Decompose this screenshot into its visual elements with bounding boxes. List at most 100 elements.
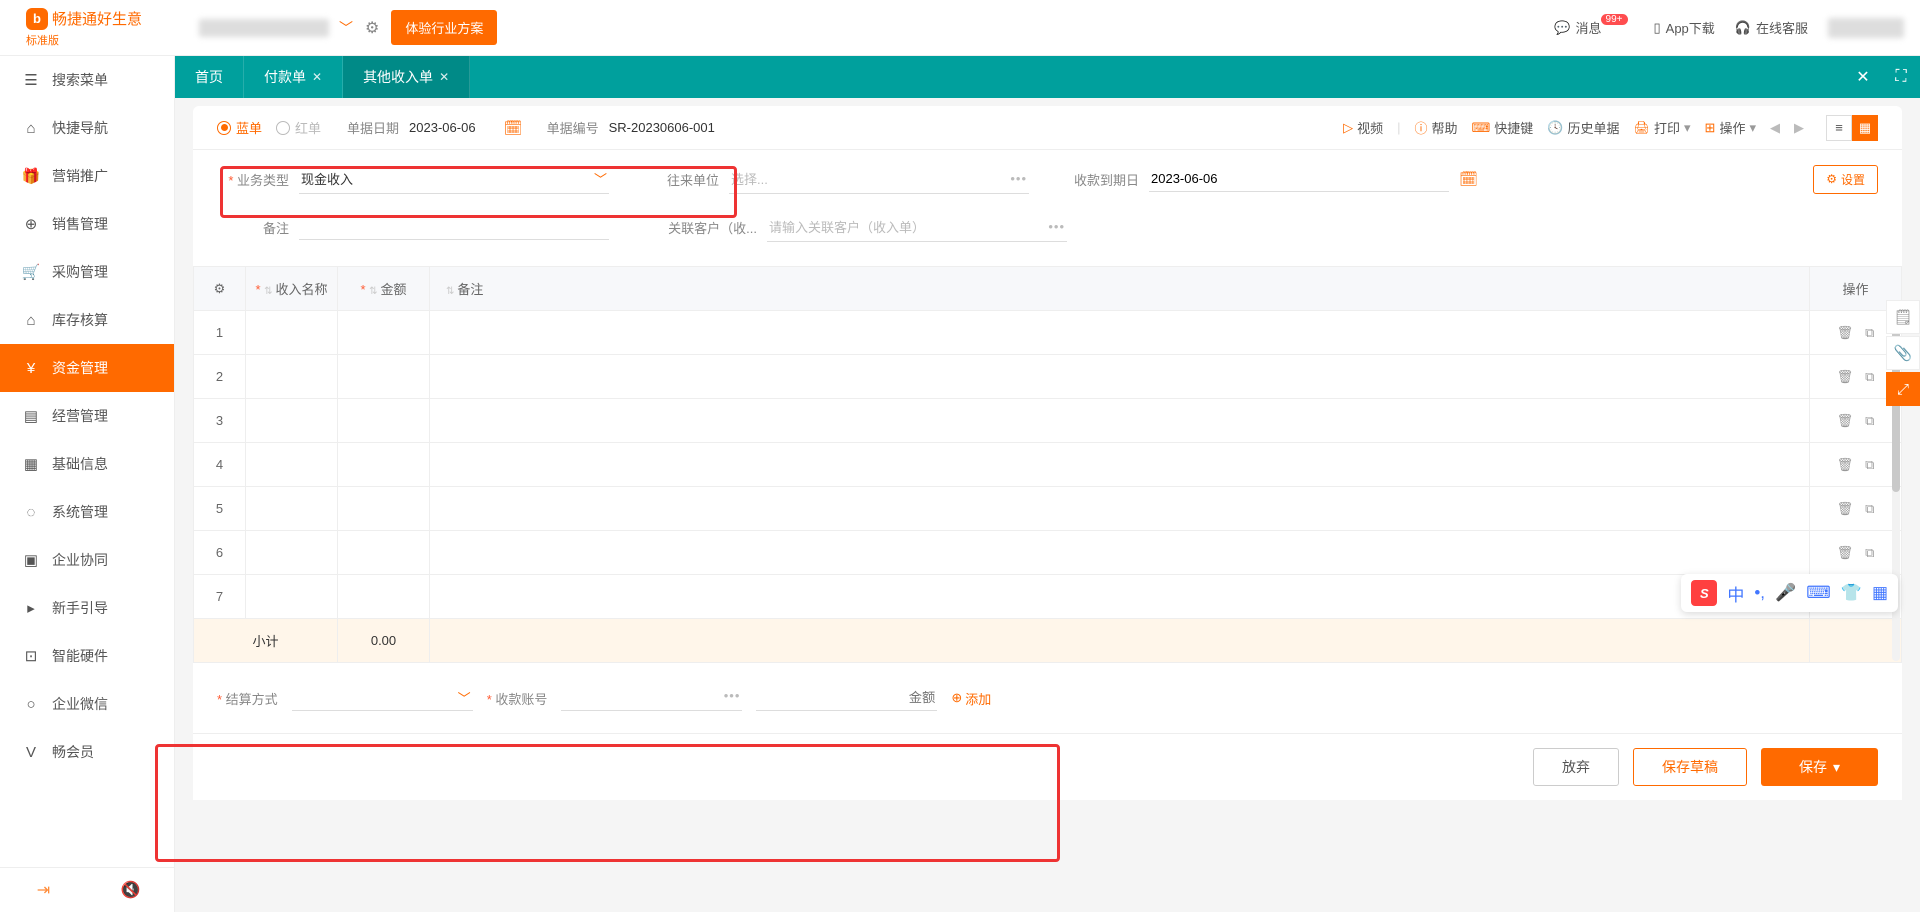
cell-remark[interactable]	[430, 355, 1810, 399]
delete-row-icon[interactable]: 🗑	[1837, 545, 1854, 561]
ime-mic-icon[interactable]: 🎤	[1775, 583, 1796, 603]
cell-amount[interactable]	[338, 399, 430, 443]
shortcut-button[interactable]: ⌨快捷键	[1472, 118, 1534, 137]
sidebar-item-5[interactable]: ⌂库存核算	[0, 296, 174, 344]
related-customer-select[interactable]: 请输入关联客户（收入单）•••	[767, 212, 1067, 242]
app-download-button[interactable]: ▯ App下载	[1654, 18, 1715, 37]
table-row[interactable]: 3🗑⧉	[194, 399, 1902, 443]
sidebar-item-13[interactable]: ○企业微信	[0, 680, 174, 728]
delete-row-icon[interactable]: 🗑	[1837, 457, 1854, 473]
cell-remark[interactable]	[430, 311, 1810, 355]
cell-remark[interactable]	[430, 575, 1810, 619]
calendar-icon[interactable]: 🗓	[504, 119, 523, 137]
party-select[interactable]: 选择...•••	[729, 164, 1029, 194]
cell-amount[interactable]	[338, 355, 430, 399]
cell-amount[interactable]	[338, 487, 430, 531]
view-form-icon[interactable]: ▦	[1852, 115, 1878, 141]
sidebar-item-2[interactable]: 🎁营销推广	[0, 152, 174, 200]
sidebar-item-3[interactable]: ⊕销售管理	[0, 200, 174, 248]
cell-income-name[interactable]	[246, 399, 338, 443]
ime-keyboard-icon[interactable]: ⌨	[1806, 583, 1831, 603]
sidebar-item-12[interactable]: ⊡智能硬件	[0, 632, 174, 680]
copy-row-icon[interactable]: ⧉	[1865, 545, 1874, 561]
chevron-down-icon[interactable]: ﹀	[339, 18, 353, 38]
cell-income-name[interactable]	[246, 311, 338, 355]
ime-lang[interactable]: 中	[1727, 581, 1744, 606]
add-settlement-button[interactable]: ⊕添加	[951, 689, 991, 708]
tab-0[interactable]: 首页	[175, 56, 244, 98]
sidebar-item-1[interactable]: ⌂快捷导航	[0, 104, 174, 152]
close-icon[interactable]: ✕	[312, 70, 322, 84]
cell-income-name[interactable]	[246, 531, 338, 575]
user-redacted[interactable]	[1828, 18, 1904, 38]
expand-icon[interactable]: ⤢	[1886, 372, 1920, 406]
next-doc-icon[interactable]: ▶	[1794, 120, 1804, 136]
view-list-icon[interactable]: ≡	[1826, 115, 1852, 141]
discard-button[interactable]: 放弃	[1533, 748, 1619, 786]
ime-toolbox-icon[interactable]: ▦	[1872, 583, 1888, 603]
settle-method-input[interactable]	[292, 685, 473, 711]
radio-blue-doc[interactable]: 蓝单	[217, 118, 262, 137]
sidebar-collapse-icon[interactable]: ⇥	[0, 868, 87, 912]
history-button[interactable]: 🕓历史单据	[1547, 118, 1619, 137]
cell-amount[interactable]	[338, 443, 430, 487]
sidebar-item-14[interactable]: V畅会员	[0, 728, 174, 776]
biz-type-select[interactable]: 现金收入 ﹀	[299, 164, 609, 194]
doc-date-value[interactable]: 2023-06-06	[409, 120, 476, 135]
delete-row-icon[interactable]: 🗑	[1837, 413, 1854, 429]
sidebar-item-11[interactable]: ▸新手引导	[0, 584, 174, 632]
table-row[interactable]: 5🗑⧉	[194, 487, 1902, 531]
calendar-icon[interactable]: 🗓	[1459, 170, 1478, 188]
settle-amount-input[interactable]	[756, 685, 937, 711]
more-icon[interactable]: •••	[1010, 171, 1027, 186]
sidebar-item-6[interactable]: ¥资金管理	[0, 344, 174, 392]
sidebar-item-7[interactable]: ▤经营管理	[0, 392, 174, 440]
attachment-icon[interactable]: 📎	[1886, 336, 1920, 370]
cell-remark[interactable]	[430, 399, 1810, 443]
cell-amount[interactable]	[338, 311, 430, 355]
ops-button[interactable]: ⊞操作▾	[1705, 118, 1756, 137]
more-icon[interactable]: •••	[724, 688, 741, 703]
ime-punct-icon[interactable]: •,	[1754, 583, 1765, 603]
due-date-input[interactable]	[1149, 166, 1449, 192]
cell-income-name[interactable]	[246, 487, 338, 531]
print-button[interactable]: 🖨打印▾	[1633, 118, 1690, 137]
video-button[interactable]: ▷视频	[1343, 118, 1383, 137]
tab-close-all-icon[interactable]: ✕	[1844, 56, 1882, 98]
table-row[interactable]: 4🗑⧉	[194, 443, 1902, 487]
sidebar-sound-icon[interactable]: 🔇	[87, 868, 174, 912]
delete-row-icon[interactable]: 🗑	[1837, 369, 1854, 385]
ime-toolbar[interactable]: S 中 •, 🎤 ⌨ 👕 ▦	[1681, 574, 1898, 612]
cell-income-name[interactable]	[246, 575, 338, 619]
settle-account-input[interactable]	[561, 685, 742, 711]
copy-row-icon[interactable]: ⧉	[1865, 369, 1874, 385]
settings-button[interactable]: ⚙设置	[1813, 165, 1878, 194]
table-row[interactable]: 7🗑⧉	[194, 575, 1902, 619]
copy-row-icon[interactable]: ⧉	[1865, 325, 1874, 341]
sidebar-item-9[interactable]: ◌系统管理	[0, 488, 174, 536]
copy-row-icon[interactable]: ⧉	[1865, 501, 1874, 517]
cell-income-name[interactable]	[246, 355, 338, 399]
sidebar-item-4[interactable]: 🛒采购管理	[0, 248, 174, 296]
sidebar-item-8[interactable]: ▦基础信息	[0, 440, 174, 488]
delete-row-icon[interactable]: 🗑	[1837, 325, 1854, 341]
more-icon[interactable]: •••	[1048, 219, 1065, 234]
cell-remark[interactable]	[430, 487, 1810, 531]
cell-amount[interactable]	[338, 531, 430, 575]
gear-icon[interactable]: ⚙	[365, 18, 379, 38]
tab-1[interactable]: 付款单✕	[244, 56, 343, 98]
tab-2[interactable]: 其他收入单✕	[343, 56, 470, 98]
help-button[interactable]: ⓘ帮助	[1414, 118, 1457, 137]
online-service-button[interactable]: 🎧 在线客服	[1735, 18, 1808, 37]
cell-remark[interactable]	[430, 531, 1810, 575]
try-industry-button[interactable]: 体验行业方案	[391, 10, 497, 45]
sidebar-item-10[interactable]: ▣企业协同	[0, 536, 174, 584]
cell-income-name[interactable]	[246, 443, 338, 487]
close-icon[interactable]: ✕	[439, 70, 449, 84]
col-income-name[interactable]: ⇅收入名称	[246, 267, 338, 311]
table-row[interactable]: 6🗑⧉	[194, 531, 1902, 575]
radio-red-doc[interactable]: 红单	[276, 118, 321, 137]
col-settings-icon[interactable]: ⚙	[194, 267, 246, 311]
chevron-down-icon[interactable]: ﹀	[458, 688, 471, 707]
note-icon[interactable]: 🗒	[1886, 300, 1920, 334]
